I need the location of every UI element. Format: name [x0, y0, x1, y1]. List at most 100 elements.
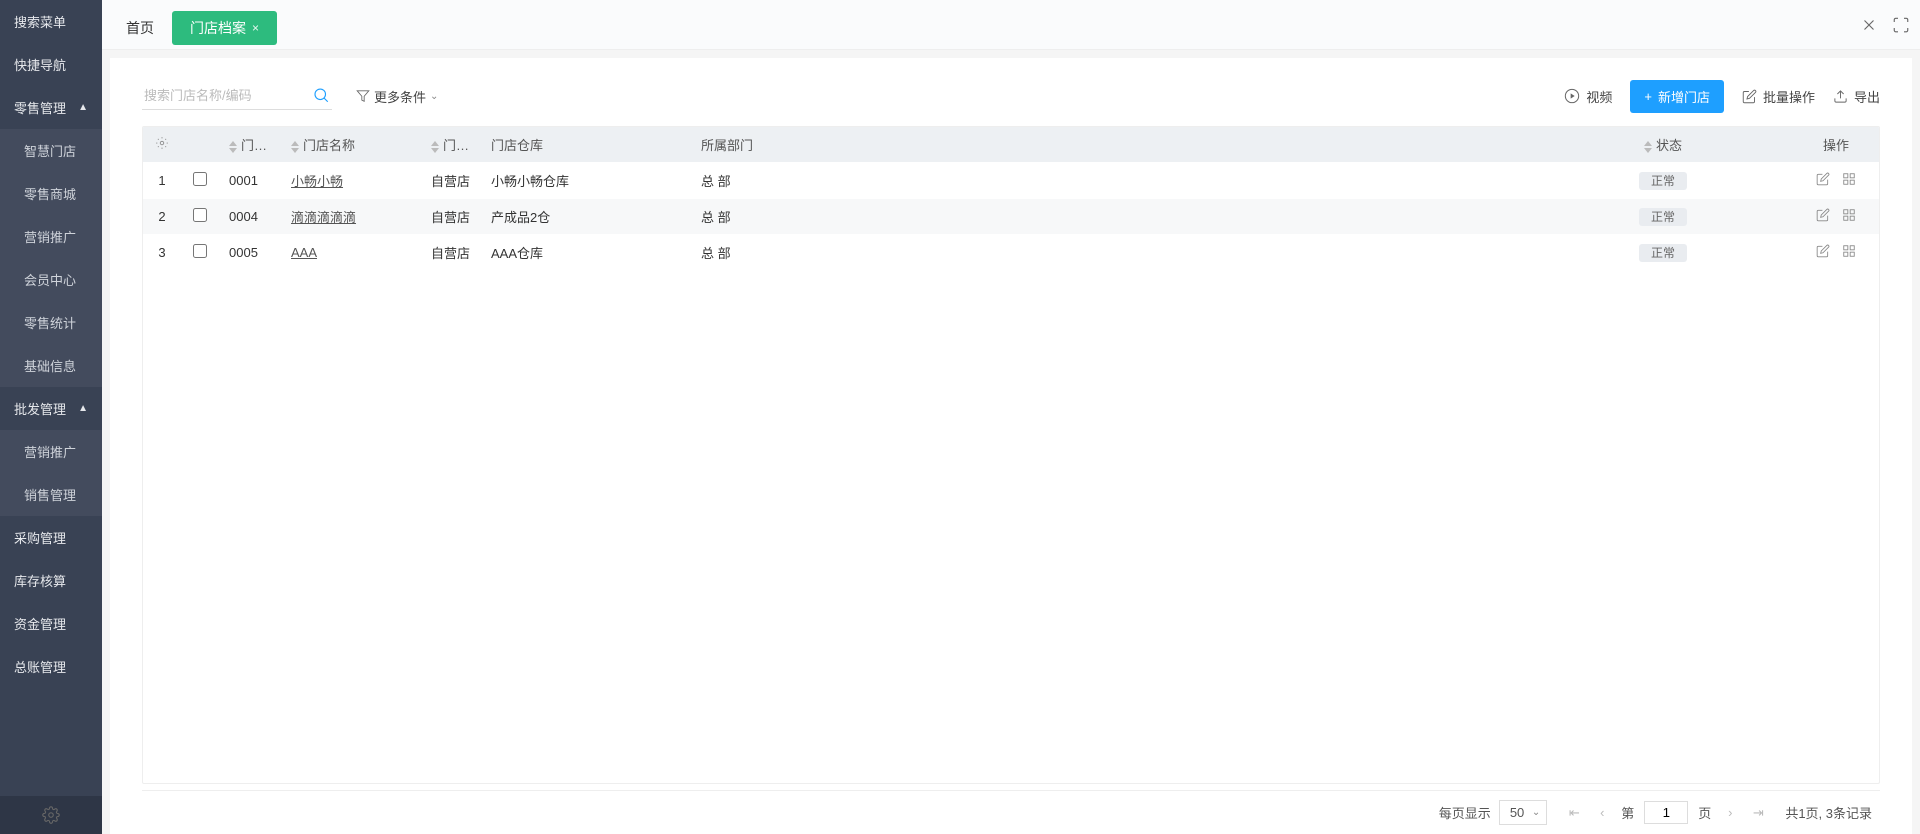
sidebar-retail-label: 零售管理	[14, 98, 66, 117]
sidebar-item-ledger[interactable]: 总账管理	[0, 645, 102, 688]
pagesize-wrap: 每页显示 50 ⌄	[1439, 800, 1547, 825]
sidebar-item-funds[interactable]: 资金管理	[0, 602, 102, 645]
sidebar-search-menu[interactable]: 搜索菜单	[0, 0, 102, 43]
tab-home[interactable]: 首页	[108, 11, 172, 45]
next-page-button[interactable]: ›	[1721, 804, 1739, 822]
sidebar-retail-section[interactable]: 零售管理 ▲	[0, 86, 102, 129]
more-filter-button[interactable]: 更多条件 ⌄	[356, 87, 438, 106]
export-button[interactable]: 导出	[1833, 87, 1880, 106]
page-input[interactable]	[1644, 801, 1688, 824]
sort-up-icon	[431, 141, 439, 146]
search-input[interactable]	[142, 82, 332, 110]
row-index: 1	[143, 163, 181, 199]
video-button[interactable]: 视频	[1564, 87, 1612, 106]
chevron-down-icon: ⌄	[1532, 807, 1540, 818]
main-area: 首页 门店档案 × 更多条件 ⌄	[102, 0, 1920, 834]
column-name[interactable]: 门店名称	[281, 127, 421, 163]
tabs: 首页 门店档案 ×	[108, 0, 1860, 49]
sidebar-item-wholesale-marketing[interactable]: 营销推广	[0, 430, 102, 473]
chevron-down-icon: ⌄	[430, 91, 438, 102]
chevron-up-icon: ▲	[78, 403, 88, 414]
sidebar-item-marketing[interactable]: 营销推广	[0, 215, 102, 258]
sort-down-icon	[291, 148, 299, 153]
more-row-icon[interactable]	[1842, 246, 1856, 261]
more-row-icon[interactable]	[1842, 210, 1856, 225]
gear-icon	[42, 806, 60, 824]
edit-row-icon[interactable]	[1816, 174, 1830, 189]
store-name-link[interactable]: 滴滴滴滴滴	[291, 210, 356, 225]
stores-table: 门店... 门店名称 门店... 门店仓库 所属部门 状态 操作 1 0001	[143, 127, 1879, 271]
table-row: 3 0005 AAA 自营店 AAA仓库 总 部 正常	[143, 235, 1879, 271]
fullscreen-icon[interactable]	[1892, 16, 1910, 34]
sidebar-item-sales-manage[interactable]: 销售管理	[0, 473, 102, 516]
first-page-button[interactable]: ⇤	[1565, 804, 1583, 822]
filter-icon	[356, 89, 370, 103]
export-icon	[1833, 89, 1848, 104]
store-name-link[interactable]: AAA	[291, 245, 317, 260]
pagination-footer: 每页显示 50 ⌄ ⇤ ‹ 第 页 › ⇥ 共1页, 3条记录	[142, 790, 1880, 834]
last-page-button[interactable]: ⇥	[1749, 804, 1767, 822]
row-checkbox[interactable]	[193, 172, 207, 186]
add-store-button[interactable]: + 新增门店	[1630, 80, 1724, 113]
search-icon[interactable]	[312, 86, 330, 107]
toolbar: 更多条件 ⌄ 视频 + 新增门店 批量操作	[142, 74, 1880, 118]
toolbar-left: 更多条件 ⌄	[142, 82, 438, 110]
page-content: 更多条件 ⌄ 视频 + 新增门店 批量操作	[110, 58, 1912, 834]
close-icon[interactable]	[1860, 16, 1878, 34]
video-label: 视频	[1586, 87, 1612, 106]
cell-type: 自营店	[421, 199, 481, 235]
table-header-row: 门店... 门店名称 门店... 门店仓库 所属部门 状态 操作	[143, 127, 1879, 163]
sidebar-item-smart-store[interactable]: 智慧门店	[0, 129, 102, 172]
edit-icon	[1742, 89, 1757, 104]
close-icon[interactable]: ×	[252, 21, 259, 35]
batch-button[interactable]: 批量操作	[1742, 87, 1815, 106]
row-checkbox[interactable]	[193, 208, 207, 222]
sort-down-icon	[229, 148, 237, 153]
column-warehouse: 门店仓库	[481, 127, 691, 163]
table-wrap: 门店... 门店名称 门店... 门店仓库 所属部门 状态 操作 1 0001	[142, 126, 1880, 784]
sidebar-item-retail-stats[interactable]: 零售统计	[0, 301, 102, 344]
sidebar-search-label: 搜索菜单	[14, 12, 66, 31]
sidebar-item-inventory[interactable]: 库存核算	[0, 559, 102, 602]
table-row: 1 0001 小畅小畅 自营店 小畅小畅仓库 总 部 正常	[143, 163, 1879, 199]
pagesize-select[interactable]: 50 ⌄	[1499, 800, 1547, 825]
sort-down-icon	[1644, 148, 1652, 153]
row-checkbox[interactable]	[193, 244, 207, 258]
column-settings[interactable]	[143, 127, 181, 163]
more-row-icon[interactable]	[1842, 174, 1856, 189]
sidebar-quicknav[interactable]: 快捷导航	[0, 43, 102, 86]
cell-code: 0005	[219, 235, 281, 271]
sidebar-item-member[interactable]: 会员中心	[0, 258, 102, 301]
cell-type: 自营店	[421, 163, 481, 199]
chevron-up-icon: ▲	[78, 102, 88, 113]
sidebar-settings[interactable]	[0, 796, 102, 834]
row-index: 3	[143, 235, 181, 271]
sidebar-item-retail-mall[interactable]: 零售商城	[0, 172, 102, 215]
sort-up-icon	[229, 141, 237, 146]
cell-code: 0004	[219, 199, 281, 235]
search-wrap	[142, 82, 332, 110]
column-checkbox	[181, 127, 219, 163]
cell-type: 自营店	[421, 235, 481, 271]
sidebar-item-purchase[interactable]: 采购管理	[0, 516, 102, 559]
add-store-label: 新增门店	[1658, 87, 1710, 106]
edit-row-icon[interactable]	[1816, 246, 1830, 261]
column-type[interactable]: 门店...	[421, 127, 481, 163]
prev-page-button[interactable]: ‹	[1593, 804, 1611, 822]
table-row: 2 0004 滴滴滴滴滴 自营店 产成品2仓 总 部 正常	[143, 199, 1879, 235]
sidebar-item-basic-info[interactable]: 基础信息	[0, 344, 102, 387]
table-body: 1 0001 小畅小畅 自营店 小畅小畅仓库 总 部 正常	[143, 163, 1879, 271]
sidebar-wholesale-section[interactable]: 批发管理 ▲	[0, 387, 102, 430]
cell-dept: 总 部	[691, 199, 1533, 235]
tab-store-archive[interactable]: 门店档案 ×	[172, 11, 277, 45]
tab-bar: 首页 门店档案 ×	[102, 0, 1920, 50]
edit-row-icon[interactable]	[1816, 210, 1830, 225]
sort-up-icon	[1644, 141, 1652, 146]
column-status[interactable]: 状态	[1533, 127, 1793, 163]
column-dept: 所属部门	[691, 127, 1533, 163]
page-suffix: 页	[1698, 803, 1711, 822]
pagination-summary: 共1页, 3条记录	[1785, 803, 1872, 822]
column-code[interactable]: 门店...	[219, 127, 281, 163]
gear-icon	[155, 136, 169, 150]
store-name-link[interactable]: 小畅小畅	[291, 174, 343, 189]
